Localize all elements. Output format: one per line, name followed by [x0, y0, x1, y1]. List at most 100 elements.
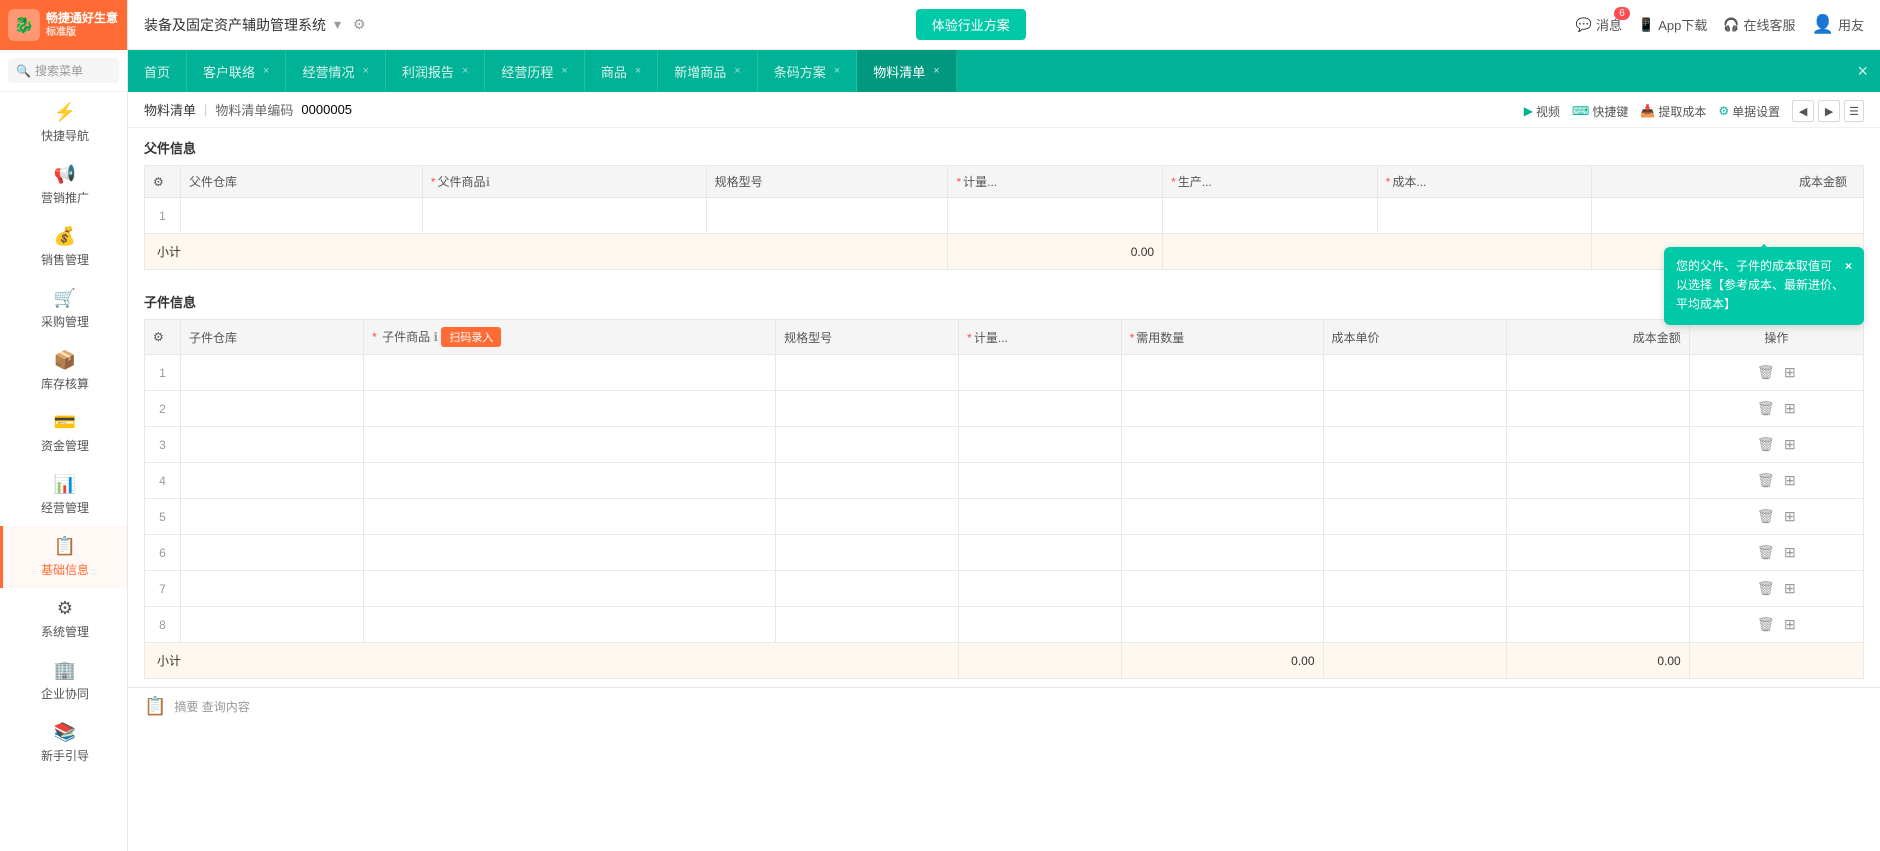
tab-profit[interactable]: 利润报告 × — [386, 50, 485, 92]
child-row-6-unit[interactable] — [959, 535, 1121, 571]
child-row-4-quantity[interactable] — [1121, 463, 1323, 499]
sidebar-item-finance[interactable]: 💳 资金管理 — [0, 402, 127, 464]
copy-row-6-btn[interactable]: ⊞ — [1784, 544, 1796, 560]
search-menu-btn[interactable]: 🔍 搜索菜单 — [8, 58, 119, 83]
child-row-4-spec[interactable] — [776, 463, 959, 499]
copy-row-1-btn[interactable]: ⊞ — [1784, 364, 1796, 380]
child-row-8-spec[interactable] — [776, 607, 959, 643]
copy-row-2-btn[interactable]: ⊞ — [1784, 400, 1796, 416]
child-row-7-spec[interactable] — [776, 571, 959, 607]
child-row-7-warehouse[interactable] — [181, 571, 364, 607]
sidebar-item-operations[interactable]: 📊 经营管理 — [0, 464, 127, 526]
delete-row-3-btn[interactable]: 🗑 — [1757, 436, 1775, 452]
tab-business[interactable]: 经营情况 × — [286, 50, 385, 92]
sidebar-item-inventory[interactable]: 📦 库存核算 — [0, 340, 127, 402]
close-profit-tab[interactable]: × — [462, 65, 468, 77]
parent-row-1-produce[interactable] — [1163, 198, 1378, 234]
sidebar-item-basic[interactable]: 📋 基础信息 — [0, 526, 127, 588]
child-row-2-amount[interactable] — [1506, 391, 1689, 427]
delete-row-2-btn[interactable]: 🗑 — [1757, 400, 1775, 416]
child-row-1-quantity[interactable] — [1121, 355, 1323, 391]
parent-row-1-warehouse[interactable] — [181, 198, 423, 234]
user-menu[interactable]: 👤 用友 — [1812, 14, 1864, 35]
sidebar-item-system[interactable]: ⚙ 系统管理 — [0, 588, 127, 650]
close-barcode-tab[interactable]: × — [834, 65, 840, 77]
child-row-7-amount[interactable] — [1506, 571, 1689, 607]
child-row-1-unit[interactable] — [959, 355, 1121, 391]
child-row-2-quantity[interactable] — [1121, 391, 1323, 427]
child-row-6-spec[interactable] — [776, 535, 959, 571]
close-goods-tab[interactable]: × — [635, 65, 641, 77]
parent-row-1-cost[interactable] — [1377, 198, 1592, 234]
parent-row-1-amount[interactable] — [1592, 198, 1864, 234]
close-all-tabs[interactable]: × — [1845, 50, 1880, 92]
child-row-4-amount[interactable] — [1506, 463, 1689, 499]
child-row-2-warehouse[interactable] — [181, 391, 364, 427]
nav-list-btn[interactable]: ☰ — [1844, 100, 1864, 122]
settings-icon[interactable]: ⚙ — [353, 16, 366, 33]
child-th-settings[interactable]: ⚙ — [145, 320, 181, 355]
nav-prev-btn[interactable]: ◀ — [1792, 100, 1814, 122]
child-row-5-unit-cost[interactable] — [1323, 499, 1506, 535]
tab-customers[interactable]: 客户联络 × — [187, 50, 286, 92]
child-row-5-amount[interactable] — [1506, 499, 1689, 535]
child-row-5-unit[interactable] — [959, 499, 1121, 535]
close-history-tab[interactable]: × — [561, 65, 567, 77]
breadcrumb-bom[interactable]: 物料清单 — [144, 100, 196, 119]
copy-row-4-btn[interactable]: ⊞ — [1784, 472, 1796, 488]
sidebar-item-enterprise[interactable]: 🏢 企业协同 — [0, 650, 127, 712]
child-row-6-goods[interactable] — [364, 535, 776, 571]
child-row-7-goods[interactable] — [364, 571, 776, 607]
child-row-5-spec[interactable] — [776, 499, 959, 535]
delete-row-8-btn[interactable]: 🗑 — [1757, 616, 1775, 632]
child-row-6-quantity[interactable] — [1121, 535, 1323, 571]
sidebar-item-marketing[interactable]: 📢 营销推广 — [0, 154, 127, 216]
child-row-4-unit[interactable] — [959, 463, 1121, 499]
parent-row-1-spec[interactable] — [706, 198, 948, 234]
message-btn[interactable]: 💬 消息 6 — [1576, 15, 1622, 34]
parent-th-settings[interactable]: ⚙ — [145, 166, 181, 198]
child-row-3-amount[interactable] — [1506, 427, 1689, 463]
copy-row-7-btn[interactable]: ⊞ — [1784, 580, 1796, 596]
sidebar-item-purchase[interactable]: 🛒 采购管理 — [0, 278, 127, 340]
child-row-7-unit[interactable] — [959, 571, 1121, 607]
sidebar-item-guide[interactable]: 📚 新手引导 — [0, 712, 127, 774]
child-row-3-unit-cost[interactable] — [1323, 427, 1506, 463]
child-row-2-goods[interactable] — [364, 391, 776, 427]
child-row-1-unit-cost[interactable] — [1323, 355, 1506, 391]
child-row-8-warehouse[interactable] — [181, 607, 364, 643]
tab-new-goods[interactable]: 新增商品 × — [658, 50, 757, 92]
tab-goods[interactable]: 商品 × — [585, 50, 658, 92]
close-new-goods-tab[interactable]: × — [734, 65, 740, 77]
child-row-1-spec[interactable] — [776, 355, 959, 391]
child-row-4-unit-cost[interactable] — [1323, 463, 1506, 499]
child-row-4-warehouse[interactable] — [181, 463, 364, 499]
child-row-8-quantity[interactable] — [1121, 607, 1323, 643]
child-row-8-unit-cost[interactable] — [1323, 607, 1506, 643]
child-row-8-goods[interactable] — [364, 607, 776, 643]
tooltip-close-btn[interactable]: × — [1845, 257, 1852, 276]
child-row-8-unit[interactable] — [959, 607, 1121, 643]
tab-bom[interactable]: 物料清单 × — [857, 50, 956, 92]
parent-row-1-goods[interactable] — [422, 198, 706, 234]
shortcut-btn[interactable]: ⌨ 快捷键 — [1572, 103, 1628, 120]
tab-barcode[interactable]: 条码方案 × — [758, 50, 857, 92]
sidebar-item-quicknav[interactable]: ⚡ 快捷导航 — [0, 92, 127, 154]
child-row-1-goods[interactable] — [364, 355, 776, 391]
child-row-4-goods[interactable] — [364, 463, 776, 499]
delete-row-4-btn[interactable]: 🗑 — [1757, 472, 1775, 488]
child-row-6-unit-cost[interactable] — [1323, 535, 1506, 571]
child-row-5-quantity[interactable] — [1121, 499, 1323, 535]
child-row-5-goods[interactable] — [364, 499, 776, 535]
app-download-btn[interactable]: 📱 App下载 — [1638, 15, 1707, 34]
extract-cost-btn[interactable]: 📥 提取成本 — [1640, 103, 1706, 120]
delete-row-5-btn[interactable]: 🗑 — [1757, 508, 1775, 524]
nav-next-btn[interactable]: ▶ — [1818, 100, 1840, 122]
child-row-3-spec[interactable] — [776, 427, 959, 463]
close-business-tab[interactable]: × — [362, 65, 368, 77]
child-row-7-quantity[interactable] — [1121, 571, 1323, 607]
child-row-2-unit-cost[interactable] — [1323, 391, 1506, 427]
scan-input-btn[interactable]: 扫码录入 — [441, 327, 501, 347]
tab-history[interactable]: 经营历程 × — [485, 50, 584, 92]
child-row-1-warehouse[interactable] — [181, 355, 364, 391]
